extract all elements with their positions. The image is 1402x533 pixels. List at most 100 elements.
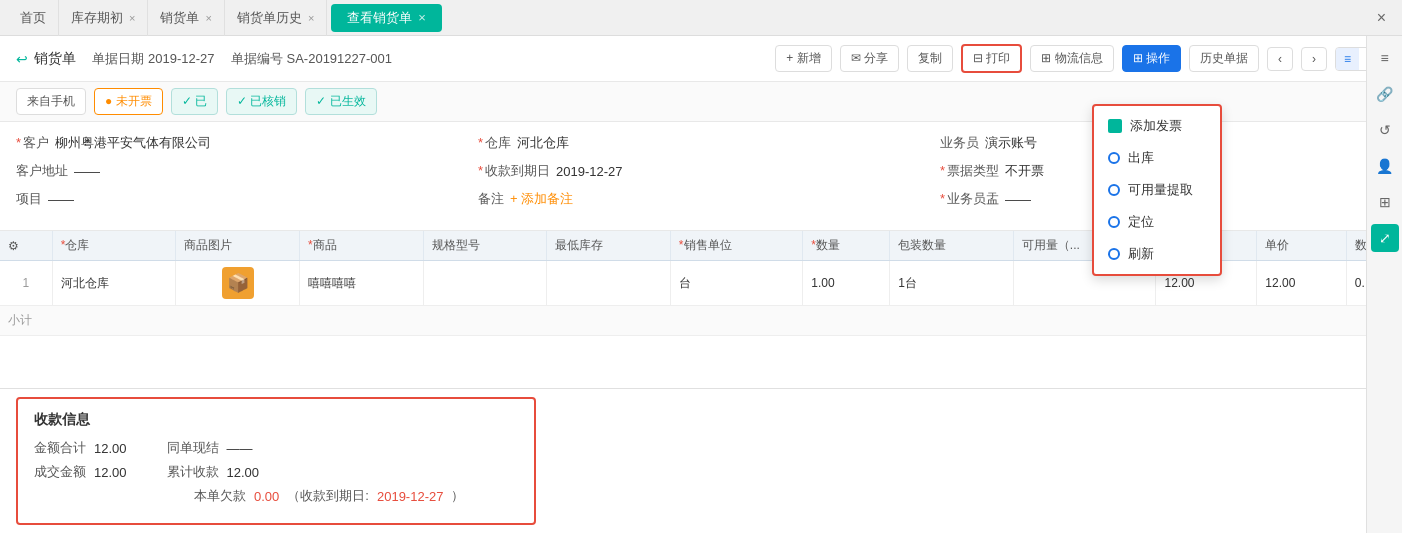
tab-sales[interactable]: 销货单 ×	[148, 0, 224, 36]
tab-inventory[interactable]: 库存期初 ×	[59, 0, 148, 36]
close-window-button[interactable]: ×	[1369, 9, 1394, 27]
balance-item: 本单欠款 0.00 （收款到期日: 2019-12-27 ）	[194, 487, 464, 505]
available-qty-item[interactable]: 可用量提取	[1094, 174, 1220, 206]
staff2-value: ——	[1005, 192, 1031, 207]
note-field: 备注 + 添加备注	[478, 190, 924, 208]
add-note-btn[interactable]: + 添加备注	[510, 190, 573, 208]
refresh-label: 刷新	[1128, 245, 1154, 263]
tab-bar: 首页 库存期初 × 销货单 × 销货单历史 × 查看销货单 × ×	[0, 0, 1402, 36]
row-product: 嘻嘻嘻嘻	[300, 261, 424, 306]
add-invoice-item[interactable]: 添加发票	[1094, 110, 1220, 142]
project-label: 项目	[16, 190, 42, 208]
sidebar-refresh-icon[interactable]: ↺	[1371, 116, 1399, 144]
row-model	[423, 261, 547, 306]
logistics-button[interactable]: ⊞ 物流信息	[1030, 45, 1113, 72]
copy-button[interactable]: 复制	[907, 45, 953, 72]
cumulative-item: 累计收款 12.00	[167, 463, 260, 481]
same-order-item: 同单现结 ——	[167, 439, 253, 457]
col-image: 商品图片	[176, 231, 300, 261]
available-qty-label: 可用量提取	[1128, 181, 1193, 199]
add-invoice-icon	[1108, 119, 1122, 133]
customer-value[interactable]: 柳州粤港平安气体有限公司	[55, 134, 211, 152]
warehouse-label: 仓库	[478, 134, 511, 152]
dropdown-overlay: 添加发票 出库 可用量提取 定位 刷新	[1092, 104, 1222, 276]
not-opened-btn[interactable]: ● 未开票	[94, 88, 163, 115]
close-inventory-tab[interactable]: ×	[129, 12, 135, 24]
note-label: 备注	[478, 190, 504, 208]
print-button[interactable]: ⊟ 打印	[961, 44, 1022, 73]
due-date-label: 收款到期日	[478, 162, 550, 180]
operate-dropdown: 添加发票 出库 可用量提取 定位 刷新	[1092, 104, 1222, 276]
col-unit: *销售单位	[670, 231, 803, 261]
refresh-item[interactable]: 刷新	[1094, 238, 1220, 270]
balance-label: 本单欠款	[194, 487, 246, 505]
document-title: ↩ 销货单	[16, 50, 76, 68]
col-settings[interactable]: ⚙	[0, 231, 52, 261]
row-unit-price: 12.00	[1257, 261, 1346, 306]
history-button[interactable]: 历史单据	[1189, 45, 1259, 72]
warehouse-value[interactable]: 河北仓库	[517, 134, 569, 152]
col-unit-price: 单价	[1257, 231, 1346, 261]
prev-button[interactable]: ‹	[1267, 47, 1293, 71]
close-view-tab[interactable]: ×	[418, 10, 426, 25]
from-phone-btn[interactable]: 来自手机	[16, 88, 86, 115]
list-view-btn[interactable]: ≡	[1336, 48, 1359, 70]
col-quantity: *数量	[803, 231, 890, 261]
main-content: ↩ 销货单 单据日期 2019-12-27 单据编号 SA-20191227-0…	[0, 36, 1402, 533]
next-button[interactable]: ›	[1301, 47, 1327, 71]
out-stock-icon	[1108, 152, 1120, 164]
share-button[interactable]: ✉ 分享	[840, 45, 899, 72]
warehouse-field: 仓库 河北仓库	[478, 134, 924, 152]
sidebar-user-icon[interactable]: 👤	[1371, 152, 1399, 180]
sidebar-link-icon[interactable]: 🔗	[1371, 80, 1399, 108]
right-sidebar: ≡ 🔗 ↺ 👤 ⊞ ⤢	[1366, 36, 1402, 533]
address-label: 客户地址	[16, 162, 68, 180]
transaction-value: 12.00	[94, 465, 127, 480]
row-image: 📦	[176, 261, 300, 306]
cumulative-label: 累计收款	[167, 463, 219, 481]
tab-home[interactable]: 首页	[8, 0, 59, 36]
doc-date-label: 单据日期 2019-12-27	[92, 50, 215, 68]
row-warehouse: 河北仓库	[52, 261, 176, 306]
close-sales-tab[interactable]: ×	[205, 12, 211, 24]
effective-btn[interactable]: ✓ 已生效	[305, 88, 376, 115]
ticket-type-label: 票据类型	[940, 162, 999, 180]
tab-sales-history[interactable]: 销货单历史 ×	[225, 0, 327, 36]
refresh-icon	[1108, 248, 1120, 260]
add-invoice-label: 添加发票	[1130, 117, 1182, 135]
new-button[interactable]: + 新增	[775, 45, 831, 72]
sidebar-expand-icon[interactable]: ⤢	[1371, 224, 1399, 252]
transaction-item: 成交金额 12.00	[34, 463, 127, 481]
out-stock-item[interactable]: 出库	[1094, 142, 1220, 174]
sidebar-list-icon[interactable]: ≡	[1371, 44, 1399, 72]
staff-value: 演示账号	[985, 134, 1037, 152]
tab-view-sales[interactable]: 查看销货单 ×	[331, 4, 442, 32]
customer-label: 客户	[16, 134, 49, 152]
sidebar-table-icon[interactable]: ⊞	[1371, 188, 1399, 216]
staff-label: 业务员	[940, 134, 979, 152]
locate-icon	[1108, 216, 1120, 228]
subtotal-label: 小计	[0, 306, 1402, 336]
doc-type-label: 销货单	[34, 50, 76, 68]
cancelled-btn[interactable]: ✓ 已核销	[226, 88, 297, 115]
row-quantity: 1.00	[803, 261, 890, 306]
staff2-label: 业务员盂	[940, 190, 999, 208]
col-warehouse: *仓库	[52, 231, 176, 261]
row-num: 1	[0, 261, 52, 306]
customer-field: 客户 柳州粤港平安气体有限公司	[16, 134, 462, 152]
document-meta: 单据日期 2019-12-27 单据编号 SA-20191227-001	[92, 50, 392, 68]
cumulative-value: 12.00	[227, 465, 260, 480]
payment-box: 收款信息 金额合计 12.00 同单现结 —— 成交金额 12.00 累计收款	[16, 397, 536, 525]
close-history-tab[interactable]: ×	[308, 12, 314, 24]
operate-button[interactable]: ⊞ 操作	[1122, 45, 1181, 72]
check-btn[interactable]: ✓ 已	[171, 88, 218, 115]
row-unit: 台	[670, 261, 803, 306]
payment-row-1: 金额合计 12.00 同单现结 ——	[34, 439, 518, 457]
locate-item[interactable]: 定位	[1094, 206, 1220, 238]
payment-title: 收款信息	[34, 411, 518, 429]
document-actions: + 新增 ✉ 分享 复制 ⊟ 打印 ⊞ 物流信息 ⊞ 操作 历史单据 ‹ › ≡…	[775, 44, 1386, 73]
row-pack-qty: 1台	[890, 261, 1014, 306]
total-label: 金额合计	[34, 439, 86, 457]
total-value: 12.00	[94, 441, 127, 456]
payment-section: 收款信息 金额合计 12.00 同单现结 —— 成交金额 12.00 累计收款	[0, 388, 1402, 533]
